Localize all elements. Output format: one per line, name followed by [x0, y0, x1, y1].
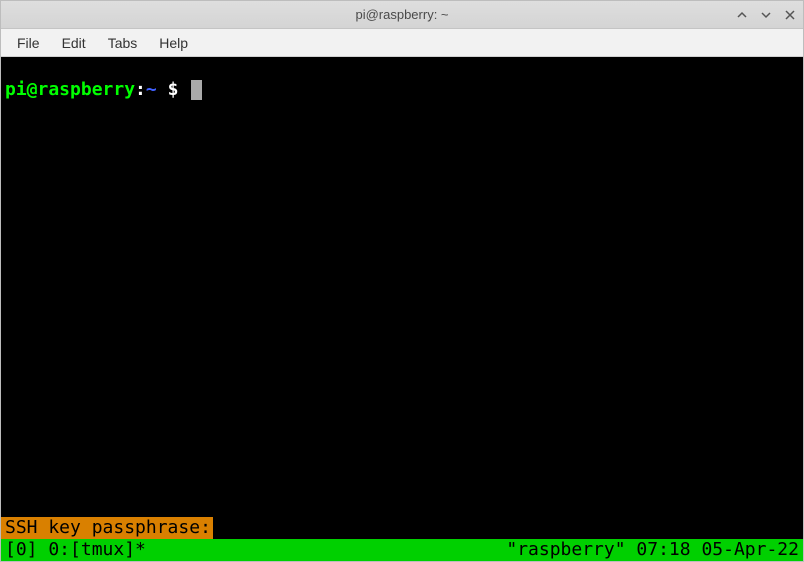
ssh-prompt-line: SSH key passphrase:: [1, 517, 213, 539]
window-controls: [735, 8, 797, 22]
tmux-hostname: "raspberry": [506, 539, 625, 560]
close-button[interactable]: [783, 8, 797, 22]
minimize-button[interactable]: [735, 8, 749, 22]
terminal-window: pi@raspberry: ~ File Edit Tabs Help pi@r…: [0, 0, 804, 562]
menubar: File Edit Tabs Help: [1, 29, 803, 57]
tmux-session-info: [0] 0:[tmux]*: [5, 539, 146, 561]
minimize-icon: [737, 10, 747, 20]
tmux-status-right: "raspberry" 07:18 05-Apr-22: [506, 539, 799, 561]
prompt-user-host: pi@raspberry: [5, 79, 135, 100]
maximize-icon: [761, 10, 771, 20]
prompt-line: pi@raspberry:~ $: [1, 57, 803, 123]
menu-file[interactable]: File: [7, 31, 50, 55]
ssh-passphrase-prompt: SSH key passphrase:: [1, 517, 213, 539]
close-icon: [785, 10, 795, 20]
tmux-status-bar: [0] 0:[tmux]* "raspberry" 07:18 05-Apr-2…: [1, 539, 803, 561]
prompt-separator: :: [135, 79, 146, 100]
tmux-time: 07:18: [636, 539, 690, 560]
terminal-area[interactable]: pi@raspberry:~ $ SSH key passphrase: [0]…: [1, 57, 803, 561]
titlebar: pi@raspberry: ~: [1, 1, 803, 29]
prompt-path: ~: [146, 79, 168, 100]
cursor-icon: [191, 80, 202, 100]
prompt-symbol: $: [168, 79, 190, 100]
menu-help[interactable]: Help: [149, 31, 198, 55]
tmux-date: 05-Apr-22: [701, 539, 799, 560]
window-title: pi@raspberry: ~: [355, 7, 448, 22]
menu-tabs[interactable]: Tabs: [98, 31, 148, 55]
menu-edit[interactable]: Edit: [52, 31, 96, 55]
maximize-button[interactable]: [759, 8, 773, 22]
